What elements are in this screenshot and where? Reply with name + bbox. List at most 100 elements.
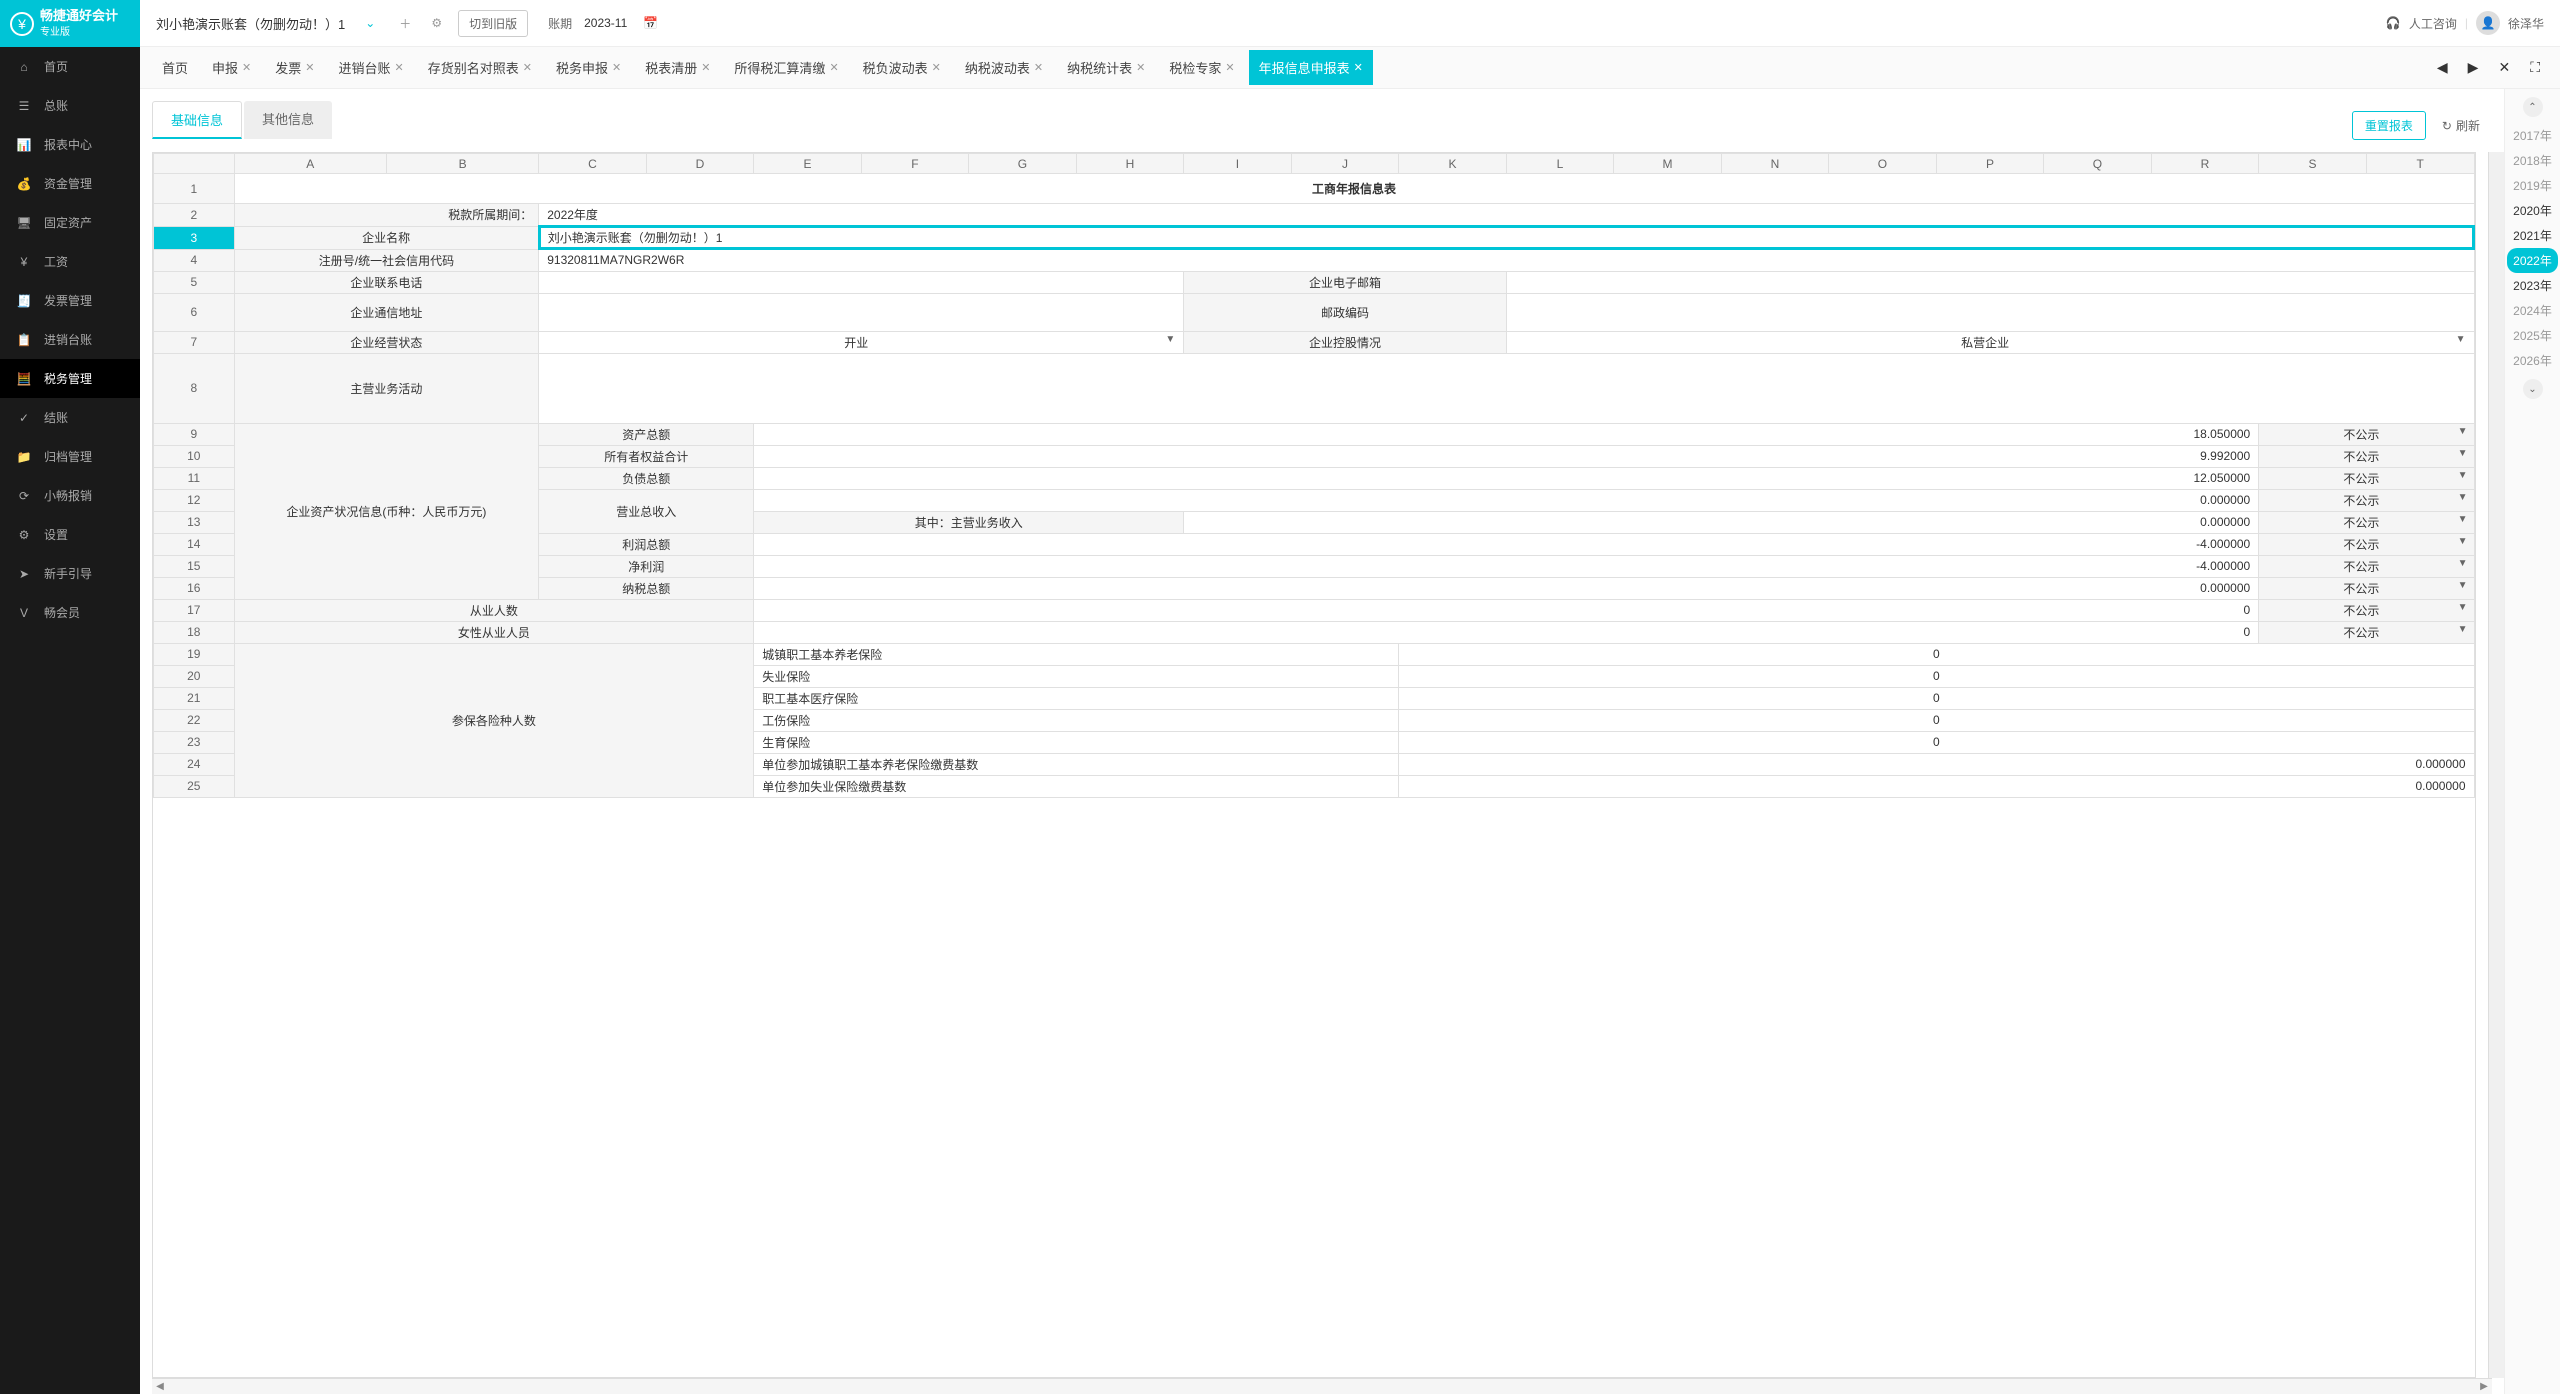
- fullscreen-icon[interactable]: ⛶: [2522, 53, 2548, 82]
- calendar-icon[interactable]: 📅: [639, 12, 662, 34]
- base-value[interactable]: 0.000000: [1399, 775, 2474, 797]
- col-header[interactable]: N: [1721, 154, 1829, 174]
- sidebar-item-ledger[interactable]: ☰总账: [0, 86, 140, 125]
- account-dropdown-icon[interactable]: ⌄: [357, 16, 383, 30]
- col-header[interactable]: Q: [2044, 154, 2152, 174]
- col-header[interactable]: B: [386, 154, 538, 174]
- settings-icon[interactable]: ⚙: [427, 12, 446, 34]
- tab-发票[interactable]: 发票✕: [265, 50, 324, 85]
- year-down-icon[interactable]: ⌄: [2523, 379, 2543, 399]
- dropdown-cell[interactable]: 不公示▼: [2259, 511, 2474, 533]
- dropdown-cell[interactable]: 不公示▼: [2259, 533, 2474, 555]
- tab-所得税汇算清缴[interactable]: 所得税汇算清缴✕: [724, 50, 848, 85]
- tab-close-icon[interactable]: ✕: [1136, 61, 1145, 74]
- col-header[interactable]: [154, 154, 235, 174]
- dropdown-cell[interactable]: 不公示▼: [2259, 467, 2474, 489]
- vertical-scrollbar[interactable]: [2488, 152, 2504, 1378]
- female-count[interactable]: 0: [754, 621, 2259, 643]
- dropdown-cell[interactable]: 不公示▼: [2259, 577, 2474, 599]
- col-header[interactable]: C: [539, 154, 647, 174]
- insurance-value[interactable]: 0: [1399, 731, 2474, 753]
- sidebar-item-psi[interactable]: 📋进销台账: [0, 320, 140, 359]
- dropdown-cell[interactable]: 不公示▼: [2259, 489, 2474, 511]
- tab-close-all-icon[interactable]: ✕: [2490, 53, 2518, 82]
- tab-close-icon[interactable]: ✕: [612, 61, 621, 74]
- sidebar-item-archive[interactable]: 📁归档管理: [0, 437, 140, 476]
- tab-年报信息申报表[interactable]: 年报信息申报表✕: [1249, 50, 1373, 85]
- avatar-icon[interactable]: 👤: [2476, 11, 2500, 35]
- tab-首页[interactable]: 首页: [152, 50, 198, 85]
- employee-count[interactable]: 0: [754, 599, 2259, 621]
- col-header[interactable]: G: [969, 154, 1077, 174]
- col-header[interactable]: F: [861, 154, 969, 174]
- sidebar-item-tax[interactable]: 🧮税务管理: [0, 359, 140, 398]
- sidebar-item-salary[interactable]: ¥工资: [0, 242, 140, 281]
- tab-next-icon[interactable]: ▶: [2460, 53, 2487, 82]
- tab-进销台账[interactable]: 进销台账✕: [328, 50, 413, 85]
- headset-icon[interactable]: 🎧: [2386, 16, 2401, 30]
- scroll-right-icon[interactable]: ▶: [2476, 1380, 2492, 1394]
- col-header[interactable]: E: [754, 154, 862, 174]
- year-2023年[interactable]: 2023年: [2507, 273, 2558, 298]
- tab-close-icon[interactable]: ✕: [932, 61, 941, 74]
- tab-存货别名对照表[interactable]: 存货别名对照表✕: [418, 50, 542, 85]
- company-name-input[interactable]: 刘小艳演示账套（勿删勿动！）1: [539, 226, 2474, 249]
- col-header[interactable]: L: [1506, 154, 1614, 174]
- reg-code-value[interactable]: 91320811MA7NGR2W6R: [539, 249, 2474, 271]
- year-up-icon[interactable]: ⌃: [2523, 97, 2543, 117]
- horizontal-scrollbar[interactable]: ◀ ▶: [152, 1378, 2492, 1394]
- dropdown-cell[interactable]: 不公示▼: [2259, 445, 2474, 467]
- sidebar-item-close-period[interactable]: ✓结账: [0, 398, 140, 437]
- tab-close-icon[interactable]: ✕: [523, 61, 532, 74]
- tab-close-icon[interactable]: ✕: [242, 61, 251, 74]
- col-header[interactable]: I: [1184, 154, 1292, 174]
- sidebar-item-reimburse[interactable]: ⟳小畅报销: [0, 476, 140, 515]
- tab-close-icon[interactable]: ✕: [1354, 61, 1363, 74]
- col-header[interactable]: O: [1829, 154, 1937, 174]
- year-2020年[interactable]: 2020年: [2507, 198, 2558, 223]
- dropdown-cell[interactable]: 不公示▼: [2259, 555, 2474, 577]
- tab-prev-icon[interactable]: ◀: [2429, 53, 2456, 82]
- tax-period-value[interactable]: 2022年度: [539, 204, 2474, 227]
- financial-sub-value[interactable]: 0.000000: [1184, 511, 2259, 533]
- phone-input[interactable]: [539, 271, 1184, 293]
- spreadsheet[interactable]: ABCDEFGHIJKLMNOPQRST1工商年报信息表2税款所属期间：2022…: [152, 152, 2476, 1378]
- tab-纳税统计表[interactable]: 纳税统计表✕: [1057, 50, 1155, 85]
- insurance-value[interactable]: 0: [1399, 709, 2474, 731]
- base-value[interactable]: 0.000000: [1399, 753, 2474, 775]
- tab-close-icon[interactable]: ✕: [1034, 61, 1043, 74]
- col-header[interactable]: T: [2366, 154, 2474, 174]
- row-num[interactable]: 1: [154, 174, 235, 204]
- tab-close-icon[interactable]: ✕: [701, 61, 710, 74]
- col-header[interactable]: A: [234, 154, 386, 174]
- tab-close-icon[interactable]: ✕: [395, 61, 404, 74]
- tab-申报[interactable]: 申报✕: [202, 50, 261, 85]
- main-biz-input[interactable]: [539, 353, 2474, 423]
- tab-close-icon[interactable]: ✕: [1225, 61, 1234, 74]
- dropdown-cell[interactable]: 私营企业▼: [1506, 331, 2474, 353]
- address-input[interactable]: [539, 293, 1184, 331]
- year-2021年[interactable]: 2021年: [2507, 223, 2558, 248]
- refresh-button[interactable]: ↻ 刷新: [2442, 117, 2480, 134]
- sidebar-item-invoice[interactable]: 🧾发票管理: [0, 281, 140, 320]
- col-header[interactable]: P: [1936, 154, 2044, 174]
- col-header[interactable]: R: [2151, 154, 2259, 174]
- scroll-left-icon[interactable]: ◀: [152, 1380, 168, 1394]
- reset-report-button[interactable]: 重置报表: [2352, 111, 2426, 140]
- sidebar-item-vip[interactable]: V畅会员: [0, 593, 140, 632]
- financial-value[interactable]: 0.000000: [754, 577, 2259, 599]
- sidebar-item-asset[interactable]: 🖥固定资产: [0, 203, 140, 242]
- dropdown-cell[interactable]: 不公示▼: [2259, 423, 2474, 445]
- col-header[interactable]: K: [1399, 154, 1507, 174]
- tab-税表清册[interactable]: 税表清册✕: [635, 50, 720, 85]
- tab-close-icon[interactable]: ✕: [305, 61, 314, 74]
- financial-value[interactable]: 18.050000: [754, 423, 2259, 445]
- col-header[interactable]: D: [646, 154, 754, 174]
- col-header[interactable]: H: [1076, 154, 1184, 174]
- add-icon[interactable]: ＋: [395, 11, 415, 36]
- financial-value[interactable]: -4.000000: [754, 533, 2259, 555]
- tab-纳税波动表[interactable]: 纳税波动表✕: [955, 50, 1053, 85]
- email-input[interactable]: [1506, 271, 2474, 293]
- tab-税负波动表[interactable]: 税负波动表✕: [853, 50, 951, 85]
- sidebar-item-chart[interactable]: 📊报表中心: [0, 125, 140, 164]
